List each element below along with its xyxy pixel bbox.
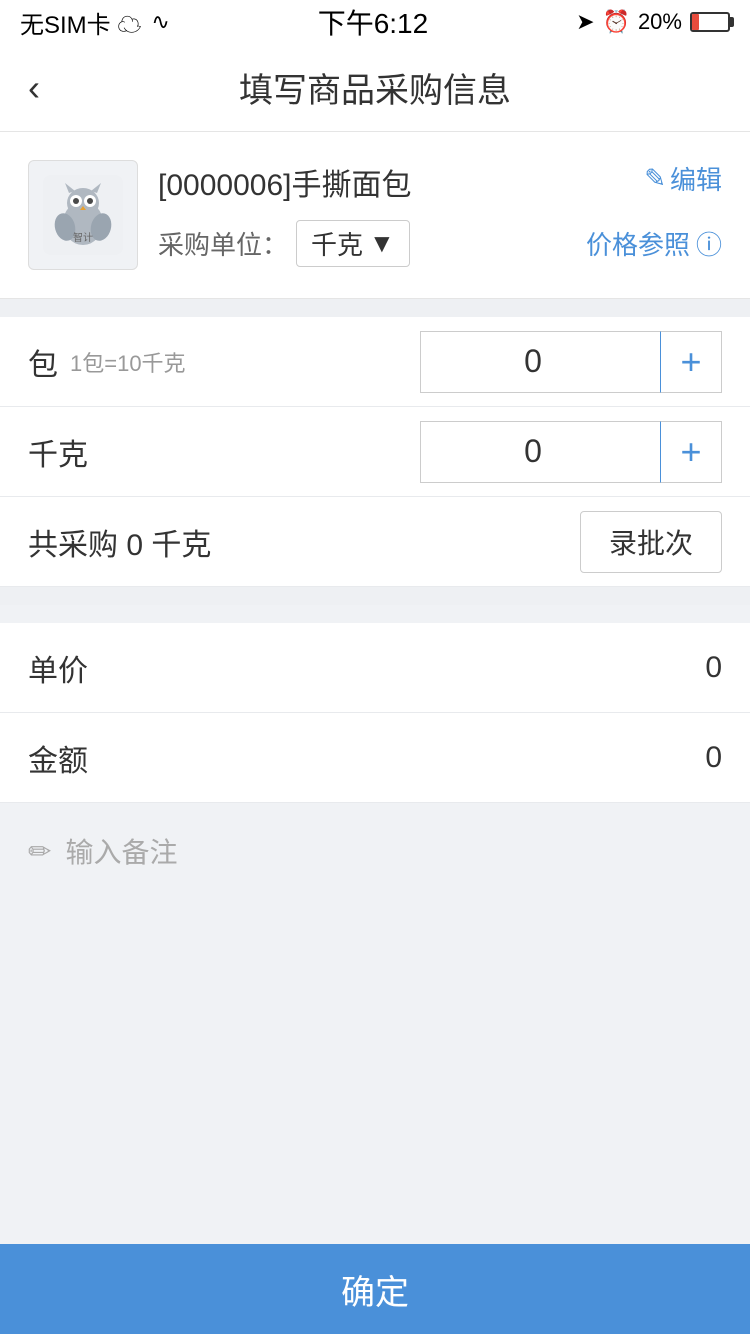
kg-input-control: + <box>420 421 722 483</box>
amount-label: 金额 <box>28 736 88 780</box>
unit-price-value: 0 <box>705 651 722 685</box>
status-left: 无SIM卡 ☁ ∿ <box>20 5 170 40</box>
edit-icon: ✎ <box>644 163 666 194</box>
unit-price-label: 单价 <box>28 646 88 690</box>
unit-value: 千克 <box>311 225 363 262</box>
amount-value: 0 <box>705 741 722 775</box>
status-right: ➤ ⏰ 20% <box>576 9 730 35</box>
bao-plus-button[interactable]: + <box>660 331 722 393</box>
page-title: 填写商品采购信息 <box>239 63 511 112</box>
svg-text:智计: 智计 <box>73 231 93 244</box>
purchase-unit-row: 采购单位： 千克 ▼ 价格参照 ⓘ <box>158 220 722 267</box>
back-button[interactable]: ‹ <box>28 67 40 109</box>
status-bar: 无SIM卡 ☁ ∿ 下午6:12 ➤ ⏰ 20% <box>0 0 750 44</box>
price-ref-button[interactable]: 价格参照 ⓘ <box>586 225 722 262</box>
kg-plus-button[interactable]: + <box>660 421 722 483</box>
product-name: [0000006]手撕面包 <box>158 160 411 204</box>
product-thumbnail: 智计 <box>28 160 138 270</box>
status-time: 下午6:12 <box>318 2 429 42</box>
help-icon: ⓘ <box>696 225 722 262</box>
battery-fill <box>692 14 699 30</box>
remark-placeholder: 输入备注 <box>65 831 177 871</box>
remark-section[interactable]: ✏ 输入备注 <box>0 803 750 899</box>
location-icon: ➤ <box>576 9 594 35</box>
product-info: [0000006]手撕面包 ✎ 编辑 采购单位： 千克 ▼ 价格参照 ⓘ <box>158 160 722 267</box>
no-sim-label: 无SIM卡 ☁ <box>20 5 141 40</box>
kg-quantity-input[interactable] <box>420 421 660 483</box>
price-section: 单价 0 金额 0 <box>0 623 750 803</box>
bao-label: 包 1包=10千克 <box>28 340 186 384</box>
product-card: 智计 [0000006]手撕面包 ✎ 编辑 采购单位： 千克 ▼ 价格参照 ⓘ <box>0 132 750 299</box>
bao-hint: 1包=10千克 <box>70 346 186 378</box>
battery-percent: 20% <box>638 9 682 35</box>
edit-label: 编辑 <box>670 160 722 197</box>
bao-input-control: + <box>420 331 722 393</box>
alarm-icon: ⏰ <box>603 9 630 35</box>
purchase-unit-label: 采购单位： 千克 ▼ <box>158 220 410 267</box>
amount-row: 金额 0 <box>0 713 750 803</box>
battery-icon <box>690 12 730 32</box>
dropdown-arrow: ▼ <box>369 228 395 259</box>
bao-input-section: 包 1包=10千克 + 千克 + <box>0 317 750 497</box>
wifi-icon: ∿ <box>151 9 169 35</box>
section-divider-1 <box>0 299 750 317</box>
summary-text: 共采购 0 千克 <box>28 520 211 564</box>
summary-row: 共采购 0 千克 录批次 <box>0 497 750 587</box>
unit-select[interactable]: 千克 ▼ <box>296 220 410 267</box>
product-name-row: [0000006]手撕面包 ✎ 编辑 <box>158 160 722 204</box>
section-divider-2 <box>0 587 750 605</box>
edit-button[interactable]: ✎ 编辑 <box>644 160 722 197</box>
bao-input-row: 包 1包=10千克 + <box>0 317 750 407</box>
nav-bar: ‹ 填写商品采购信息 <box>0 44 750 132</box>
unit-price-row: 单价 0 <box>0 623 750 713</box>
bao-quantity-input[interactable] <box>420 331 660 393</box>
bottom-spacer <box>0 899 750 1299</box>
kg-label: 千克 <box>28 430 88 474</box>
pencil-icon: ✏ <box>28 835 51 868</box>
confirm-button[interactable]: 确定 <box>0 1244 750 1334</box>
kg-input-row: 千克 + <box>0 407 750 497</box>
price-ref-label: 价格参照 <box>586 225 690 262</box>
product-logo: 智计 <box>43 175 123 255</box>
batch-button[interactable]: 录批次 <box>580 511 722 573</box>
